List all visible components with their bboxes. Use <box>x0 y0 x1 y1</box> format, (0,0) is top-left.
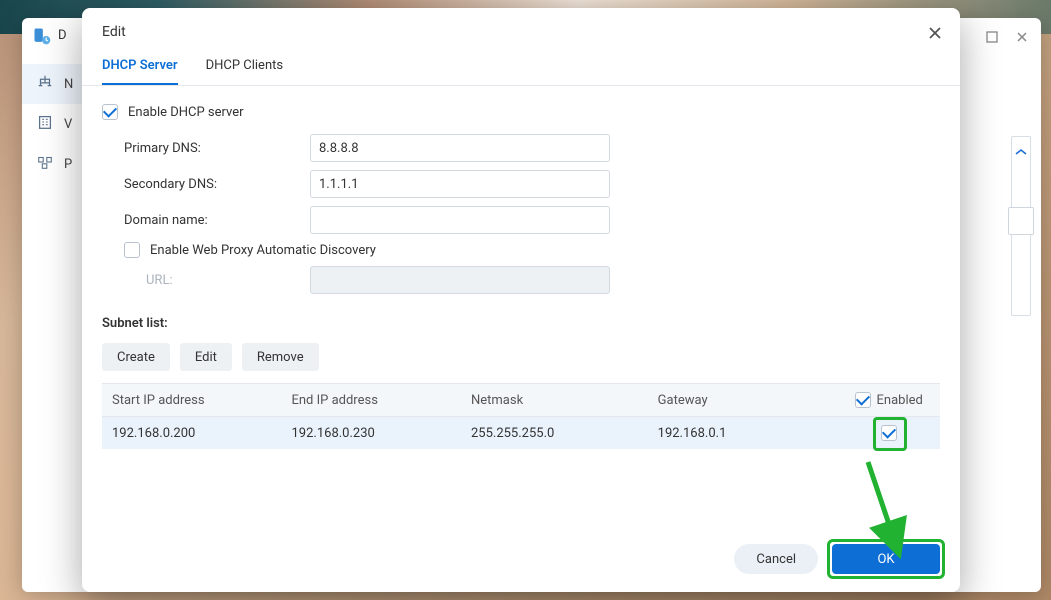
chevron-up-icon[interactable] <box>1015 141 1027 160</box>
primary-dns-label: Primary DNS: <box>124 141 310 156</box>
subnet-cell-start: 192.168.0.200 <box>102 417 281 450</box>
domain-name-label: Domain name: <box>124 213 310 228</box>
background-checkbox[interactable] <box>1008 207 1034 235</box>
sidebar-item-label: V <box>64 117 72 132</box>
subnet-edit-button[interactable]: Edit <box>180 343 232 371</box>
dialog-close-button[interactable] <box>924 22 946 44</box>
network-icon <box>36 73 54 95</box>
primary-dns-input[interactable] <box>310 134 610 162</box>
subnet-header-row: Start IP address End IP address Netmask … <box>102 384 940 417</box>
cancel-button[interactable]: Cancel <box>734 544 818 574</box>
domain-name-input[interactable] <box>310 206 610 234</box>
tab-dhcp-server[interactable]: DHCP Server <box>102 58 178 85</box>
subnet-row-enabled-checkbox[interactable] <box>881 425 897 441</box>
subnet-create-button[interactable]: Create <box>102 343 170 371</box>
edit-dialog: Edit DHCP Server DHCP Clients Enable DHC… <box>82 8 960 592</box>
p-icon <box>36 153 54 175</box>
subnet-header-end[interactable]: End IP address <box>281 384 460 417</box>
subnet-remove-button[interactable]: Remove <box>242 343 319 371</box>
subnet-cell-netmask: 255.255.255.0 <box>461 417 648 450</box>
ok-button[interactable]: OK <box>832 544 940 574</box>
subnet-header-enabled[interactable]: Enabled <box>837 384 940 417</box>
web-proxy-checkbox[interactable] <box>124 242 140 258</box>
subnet-table: Start IP address End IP address Netmask … <box>102 383 940 449</box>
subnet-header-enabled-label: Enabled <box>877 393 923 408</box>
background-title: D <box>58 28 67 43</box>
subnet-header-gateway[interactable]: Gateway <box>648 384 838 417</box>
subnet-list-heading: Subnet list: <box>102 316 940 331</box>
app-icon <box>32 26 52 46</box>
subnet-cell-end: 192.168.0.230 <box>281 417 460 450</box>
web-proxy-url-input <box>310 266 610 294</box>
secondary-dns-label: Secondary DNS: <box>124 177 310 192</box>
subnet-row[interactable]: 192.168.0.200 192.168.0.230 255.255.255.… <box>102 417 940 450</box>
web-proxy-url-label: URL: <box>146 273 310 288</box>
web-proxy-label: Enable Web Proxy Automatic Discovery <box>150 243 376 258</box>
secondary-dns-input[interactable] <box>310 170 610 198</box>
subnet-header-enabled-checkbox[interactable] <box>855 392 871 408</box>
background-right-panel <box>1011 136 1031 316</box>
building-icon <box>36 113 54 135</box>
enable-dhcp-checkbox[interactable] <box>102 104 118 120</box>
sidebar-item-label: N <box>64 77 73 92</box>
tab-bar: DHCP Server DHCP Clients <box>82 48 960 86</box>
subnet-header-start[interactable]: Start IP address <box>102 384 281 417</box>
tab-dhcp-clients[interactable]: DHCP Clients <box>206 58 284 85</box>
background-maximize-icon[interactable] <box>981 26 1003 48</box>
background-close-icon[interactable] <box>1011 26 1033 48</box>
dialog-title: Edit <box>102 24 940 40</box>
subnet-cell-gateway: 192.168.0.1 <box>648 417 838 450</box>
enable-dhcp-label: Enable DHCP server <box>128 105 244 120</box>
sidebar-item-label: P <box>64 157 72 172</box>
subnet-header-netmask[interactable]: Netmask <box>461 384 648 417</box>
close-icon <box>928 26 942 40</box>
